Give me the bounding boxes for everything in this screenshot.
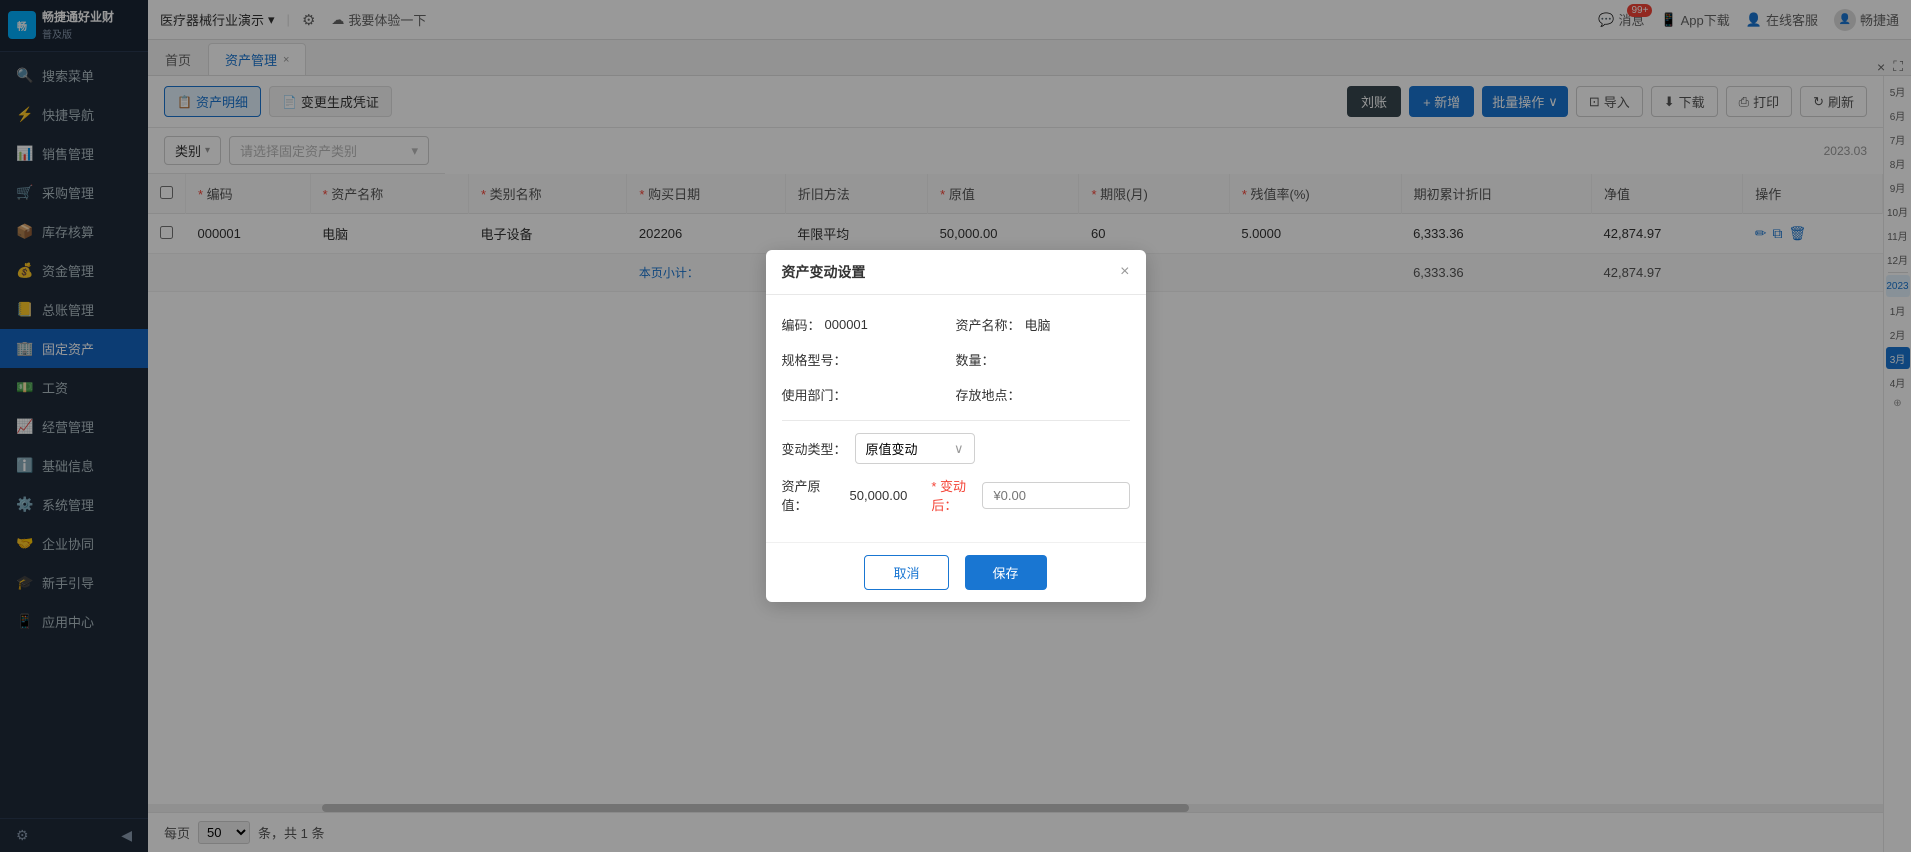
modal-header: 资产变动设置 × — [766, 250, 1146, 295]
change-type-value: 原值变动 — [866, 439, 918, 458]
modal-quantity-item: 数量： — [956, 346, 1130, 373]
change-type-label: 变动类型： — [782, 439, 847, 458]
save-button[interactable]: 保存 — [965, 555, 1047, 590]
change-type-arrow-icon: ∨ — [954, 441, 964, 457]
asset-value-display: 50,000.00 — [850, 488, 908, 503]
modal-quantity-label: 数量： — [956, 350, 995, 369]
modal-asset-name-value: 电脑 — [1025, 315, 1051, 334]
modal-spec-item: 规格型号： — [782, 346, 956, 373]
modal-location-item: 存放地点： — [956, 381, 1130, 408]
modal-info-grid: 编码： 000001 资产名称： 电脑 规格型号： 数量： 使用部门： — [782, 311, 1130, 408]
modal-code-label: 编码： — [782, 315, 821, 334]
change-type-row: 变动类型： 原值变动 ∨ — [782, 433, 1130, 464]
after-label: * 变动后： — [931, 476, 974, 514]
asset-value-label: 资产原值： — [782, 476, 842, 514]
modal-asset-name-item: 资产名称： 电脑 — [956, 311, 1130, 338]
modal-location-label: 存放地点： — [956, 385, 1021, 404]
after-value-input[interactable] — [982, 482, 1129, 509]
modal-code-item: 编码： 000001 — [782, 311, 956, 338]
cancel-button[interactable]: 取消 — [864, 555, 948, 590]
modal-asset-name-label: 资产名称： — [956, 315, 1021, 334]
modal-body: 编码： 000001 资产名称： 电脑 规格型号： 数量： 使用部门： — [766, 295, 1146, 542]
modal-close-btn[interactable]: × — [1120, 263, 1129, 281]
asset-change-modal: 资产变动设置 × 编码： 000001 资产名称： 电脑 规格型号： 数量： — [766, 250, 1146, 602]
modal-divider — [782, 420, 1130, 421]
modal-spec-label: 规格型号： — [782, 350, 847, 369]
modal-dept-item: 使用部门： — [782, 381, 956, 408]
change-type-select[interactable]: 原值变动 ∨ — [855, 433, 975, 464]
modal-overlay: 资产变动设置 × 编码： 000001 资产名称： 电脑 规格型号： 数量： — [0, 0, 1911, 852]
modal-footer: 取消 保存 — [766, 542, 1146, 602]
asset-value-row: 资产原值： 50,000.00 * 变动后： — [782, 476, 1130, 514]
modal-title: 资产变动设置 — [782, 262, 866, 282]
modal-dept-label: 使用部门： — [782, 385, 847, 404]
modal-code-value: 000001 — [825, 317, 868, 332]
